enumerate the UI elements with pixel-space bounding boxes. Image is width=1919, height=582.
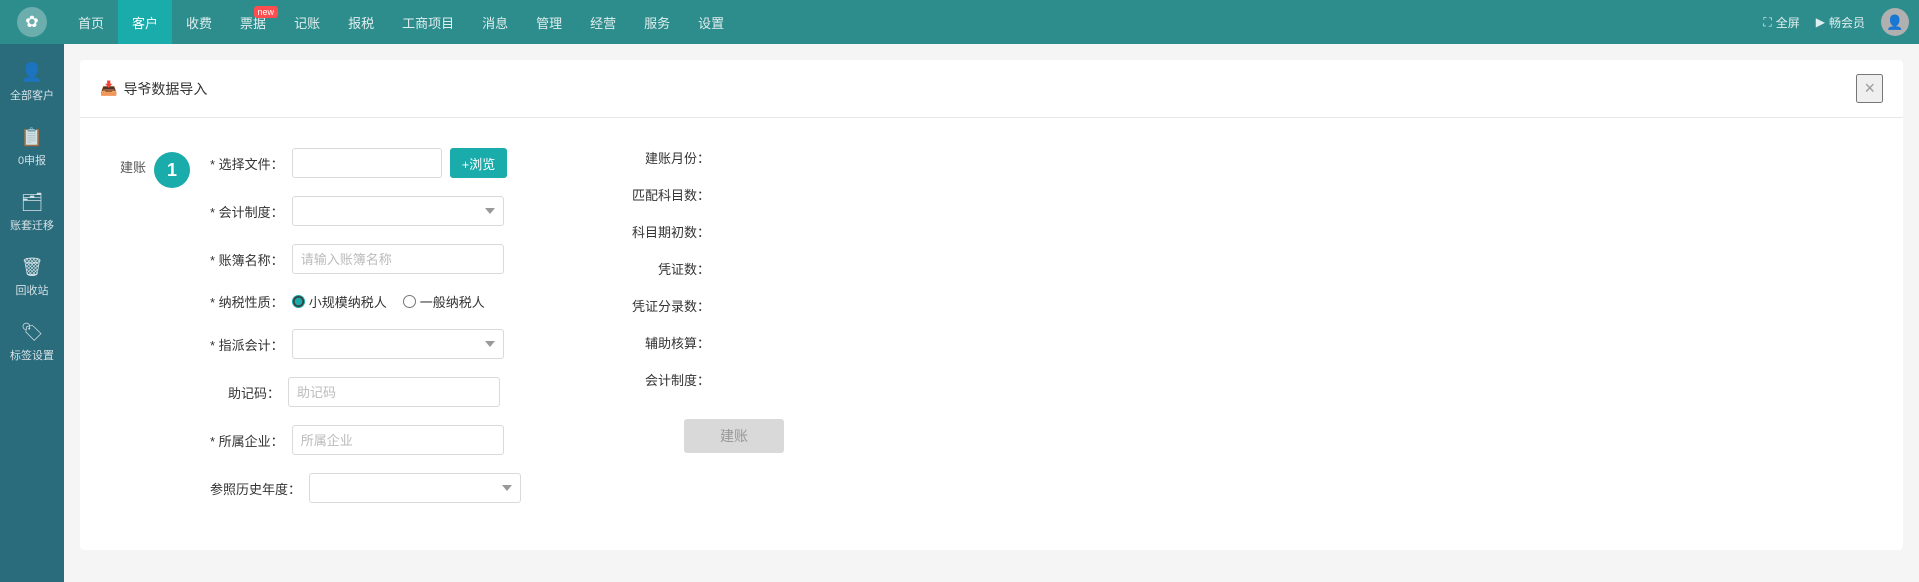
step-row: 建账 1 <box>120 148 190 188</box>
accounting-system-select[interactable] <box>292 196 504 226</box>
tax-type-label: * 纳税性质： <box>210 292 284 311</box>
tax-type-radio-group: 小规模纳税人 一般纳税人 <box>292 292 485 311</box>
nav-message[interactable]: 消息 <box>468 0 522 44</box>
form-left-column: 建账 1 <box>120 148 190 503</box>
info-month-row: 建账月份： <box>630 148 838 167</box>
info-system-label: 会计制度： <box>630 370 710 389</box>
info-voucher-row: 凭证数： <box>630 259 838 278</box>
small-taxpayer-option[interactable]: 小规模纳税人 <box>292 292 387 311</box>
panel-title: 📥 导爷数据导入 <box>100 79 207 99</box>
info-voucher-entries-row: 凭证分录数： <box>630 296 838 315</box>
step-label: 建账 <box>120 150 146 186</box>
form-content: 建账 1 * 选择文件： +浏览 * 会计制度： <box>80 118 1903 533</box>
info-match-label: 匹配科目数： <box>630 185 710 204</box>
logo-icon: ✿ <box>17 7 47 37</box>
panel-close-button[interactable]: × <box>1856 74 1883 103</box>
nav-menu: 首页 客户 收费 票据 new 记账 报税 工商项目 消息 管理 经营 服务 设… <box>64 0 1763 44</box>
accountant-row: * 指派会计： <box>210 329 570 359</box>
info-voucher-entries-label: 凭证分录数： <box>630 296 710 315</box>
form-fields: * 选择文件： +浏览 * 会计制度： * 账簿名称： <box>210 148 570 503</box>
nav-bookkeeping[interactable]: 记账 <box>280 0 334 44</box>
right-info-column: 建账月份： 匹配科目数： 科目期初数： 凭证数： <box>630 148 838 503</box>
company-input[interactable] <box>292 425 504 455</box>
nav-service[interactable]: 服务 <box>630 0 684 44</box>
company-row: * 所属企业： <box>210 425 570 455</box>
panel-header: 📥 导爷数据导入 × <box>80 60 1903 118</box>
info-aux-label: 辅助核算： <box>630 333 710 352</box>
sidebar-item-zero-report[interactable]: 📋 0申报 <box>0 117 64 178</box>
fullscreen-icon: ⛶ <box>1763 15 1771 30</box>
accountant-label: * 指派会计： <box>210 335 284 354</box>
memo-row: 助记码： <box>210 377 570 407</box>
tag-settings-icon: 🏷 <box>21 322 44 343</box>
all-customers-icon: 👤 <box>21 62 43 83</box>
nav-customer[interactable]: 客户 <box>118 0 172 44</box>
info-initial-label: 科目期初数： <box>630 222 710 241</box>
panel-title-icon: 📥 <box>100 80 117 97</box>
import-panel: 📥 导爷数据导入 × 建账 1 <box>80 60 1903 550</box>
nav-manage[interactable]: 管理 <box>522 0 576 44</box>
avatar[interactable]: 👤 <box>1881 8 1909 36</box>
nav-right-area: ⛶ 全屏 ▶ 畅会员 👤 <box>1763 8 1909 36</box>
history-year-row: 参照历史年度： <box>210 473 570 503</box>
info-rows: 建账月份： 匹配科目数： 科目期初数： 凭证数： <box>630 148 838 389</box>
accounting-system-label: * 会计制度： <box>210 202 284 221</box>
info-month-label: 建账月份： <box>630 148 710 167</box>
history-year-label: 参照历史年度： <box>210 479 301 498</box>
sidebar-item-recycle-bin[interactable]: 🗑 回收站 <box>0 247 64 308</box>
accountant-select[interactable] <box>292 329 504 359</box>
info-match-row: 匹配科目数： <box>630 185 838 204</box>
sidebar-item-tag-settings[interactable]: 🏷 标签设置 <box>0 312 64 373</box>
step-circle: 1 <box>154 152 190 188</box>
file-select-row: * 选择文件： +浏览 <box>210 148 570 178</box>
recycle-bin-icon: 🗑 <box>21 257 44 278</box>
nav-settings[interactable]: 设置 <box>684 0 738 44</box>
panel-title-text: 导爷数据导入 <box>123 79 207 99</box>
vip-icon: ▶ <box>1816 15 1825 29</box>
accounting-system-row: * 会计制度： <box>210 196 570 226</box>
sidebar: 👤 全部客户 📋 0申报 🗂 账套迁移 🗑 回收站 🏷 标签设置 <box>0 44 64 582</box>
sidebar-item-all-customers[interactable]: 👤 全部客户 <box>0 52 64 113</box>
content-area: 📥 导爷数据导入 × 建账 1 <box>64 44 1919 582</box>
ledger-name-label: * 账簿名称： <box>210 250 284 269</box>
avatar-icon: 👤 <box>1886 14 1903 31</box>
history-year-select[interactable] <box>309 473 521 503</box>
main-layout: 👤 全部客户 📋 0申报 🗂 账套迁移 🗑 回收站 🏷 标签设置 📥 导爷 <box>0 44 1919 582</box>
info-initial-row: 科目期初数： <box>630 222 838 241</box>
account-migration-icon: 🗂 <box>21 192 44 213</box>
nav-home[interactable]: 首页 <box>64 0 118 44</box>
company-label: * 所属企业： <box>210 431 284 450</box>
info-aux-row: 辅助核算： <box>630 333 838 352</box>
browse-button[interactable]: +浏览 <box>450 148 508 178</box>
fullscreen-button[interactable]: ⛶ 全屏 <box>1763 14 1799 31</box>
nav-invoice[interactable]: 票据 new <box>226 0 280 44</box>
nav-badge-new: new <box>254 6 279 18</box>
nav-tax[interactable]: 报税 <box>334 0 388 44</box>
memo-label: 助记码： <box>210 383 280 402</box>
vip-button[interactable]: ▶ 畅会员 <box>1816 14 1865 31</box>
nav-operation[interactable]: 经营 <box>576 0 630 44</box>
tax-type-row: * 纳税性质： 小规模纳税人 一般纳税人 <box>210 292 570 311</box>
nav-business[interactable]: 工商项目 <box>388 0 468 44</box>
ledger-name-input[interactable] <box>292 244 504 274</box>
file-input[interactable] <box>292 148 442 178</box>
info-system-row: 会计制度： <box>630 370 838 389</box>
general-taxpayer-radio[interactable] <box>403 295 416 308</box>
general-taxpayer-option[interactable]: 一般纳税人 <box>403 292 485 311</box>
build-btn-area: 建账 <box>630 419 838 453</box>
zero-report-icon: 📋 <box>21 127 43 148</box>
file-label: * 选择文件： <box>210 154 284 173</box>
logo: ✿ <box>10 0 54 44</box>
sidebar-item-account-migration[interactable]: 🗂 账套迁移 <box>0 182 64 243</box>
ledger-name-row: * 账簿名称： <box>210 244 570 274</box>
build-account-button[interactable]: 建账 <box>684 419 784 453</box>
top-navigation: ✿ 首页 客户 收费 票据 new 记账 报税 工商项目 消息 管理 经营 服务… <box>0 0 1919 44</box>
memo-input[interactable] <box>288 377 500 407</box>
nav-fee[interactable]: 收费 <box>172 0 226 44</box>
info-voucher-label: 凭证数： <box>630 259 710 278</box>
small-taxpayer-radio[interactable] <box>292 295 305 308</box>
